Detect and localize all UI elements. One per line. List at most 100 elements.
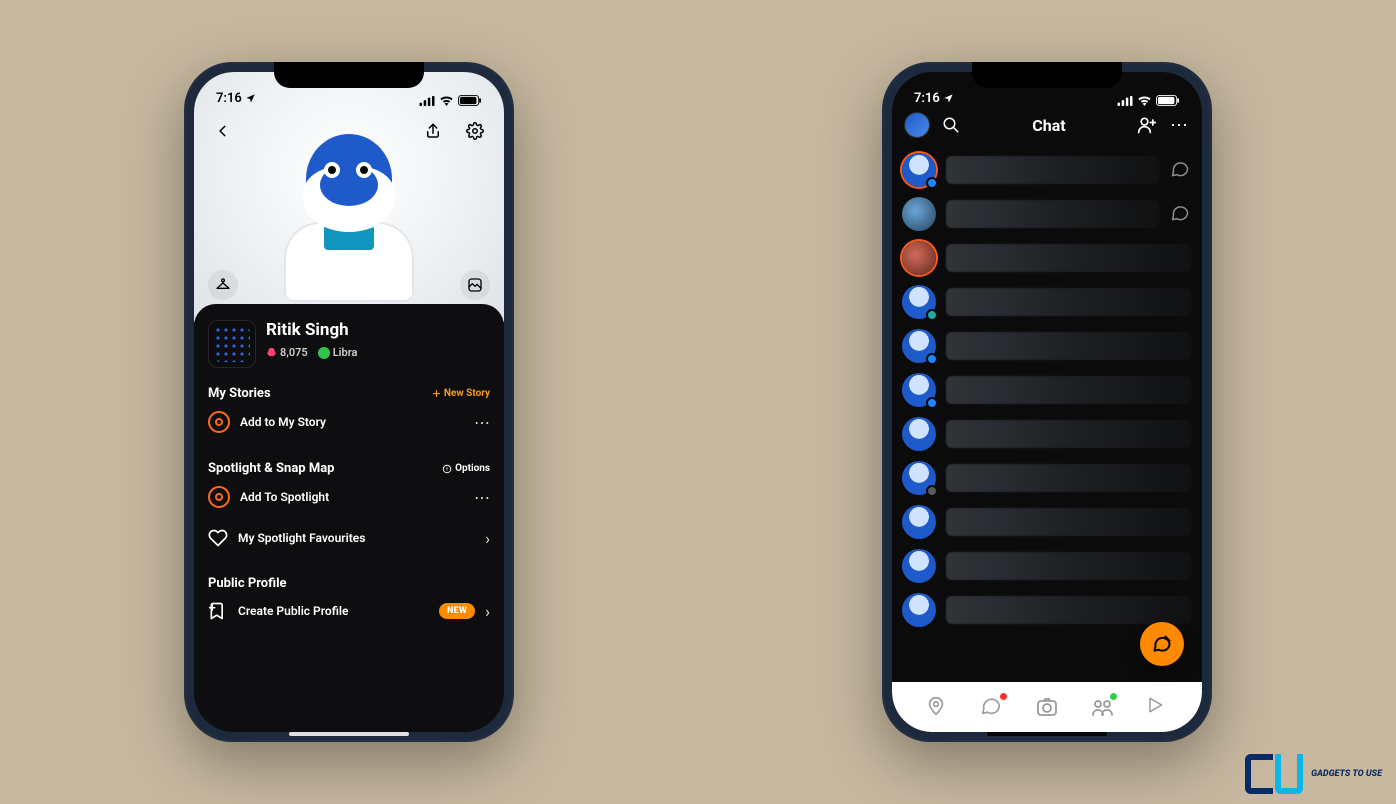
notification-dot-icon	[1110, 693, 1117, 700]
chat-preview-blurred	[946, 464, 1192, 492]
battery-icon	[458, 95, 482, 106]
my-stories-title: My Stories	[208, 386, 271, 401]
more-icon[interactable]: ⋯	[474, 488, 490, 507]
location-arrow-icon	[245, 93, 256, 104]
chat-preview-blurred	[946, 376, 1192, 404]
status-dot-icon	[926, 397, 938, 409]
status-dot-icon	[926, 309, 938, 321]
create-public-profile[interactable]: Create Public Profile NEW ›	[208, 591, 490, 631]
profile-avatar-button[interactable]	[904, 112, 930, 138]
wifi-icon	[439, 95, 454, 106]
search-button[interactable]	[940, 114, 962, 136]
chat-avatar[interactable]	[902, 153, 936, 187]
profile-name: Ritik Singh	[266, 320, 357, 340]
profile-hero: 7:16	[194, 72, 504, 322]
chat-avatar[interactable]	[902, 197, 936, 231]
chat-avatar[interactable]	[902, 373, 936, 407]
chat-preview-blurred	[946, 156, 1160, 184]
reply-icon[interactable]	[1170, 203, 1192, 225]
status-time: 7:16	[216, 91, 242, 106]
gadgets-to-use-logo-icon	[1245, 754, 1303, 794]
status-dot-icon	[926, 177, 938, 189]
new-chat-fab[interactable]	[1140, 622, 1184, 666]
snapcode[interactable]	[208, 320, 256, 368]
add-to-spotlight[interactable]: Add To Spotlight ⋯	[208, 476, 490, 518]
chat-avatar[interactable]	[902, 461, 936, 495]
add-friend-button[interactable]	[1136, 114, 1158, 136]
watermark-text: GADGETS TO USE	[1311, 770, 1382, 779]
camera-icon	[208, 411, 230, 433]
camera-icon	[208, 486, 230, 508]
cellular-icon	[419, 96, 435, 106]
status-time: 7:16	[914, 91, 940, 106]
stories-tab[interactable]	[1090, 695, 1114, 719]
add-to-my-story-label: Add to My Story	[240, 415, 464, 429]
chat-preview-blurred	[946, 288, 1192, 316]
chat-row[interactable]	[902, 192, 1192, 236]
add-to-spotlight-label: Add To Spotlight	[240, 490, 464, 504]
favourites-label: My Spotlight Favourites	[238, 531, 475, 545]
create-public-profile-label: Create Public Profile	[238, 604, 429, 618]
reply-icon[interactable]	[1170, 159, 1192, 181]
watermark: GADGETS TO USE	[1245, 754, 1382, 794]
chat-row[interactable]	[902, 280, 1192, 324]
new-story-button[interactable]: New Story	[432, 388, 490, 399]
zodiac-label: Libra	[333, 346, 358, 359]
add-bookmark-icon	[208, 601, 228, 621]
background-button[interactable]	[460, 270, 490, 300]
new-badge: NEW	[439, 603, 475, 619]
chat-row[interactable]	[902, 368, 1192, 412]
chat-tab[interactable]	[980, 695, 1004, 719]
snap-score[interactable]: 8,075	[266, 346, 308, 359]
public-profile-title: Public Profile	[208, 576, 490, 591]
location-arrow-icon	[943, 93, 954, 104]
chat-avatar[interactable]	[902, 549, 936, 583]
chat-preview-blurred	[946, 508, 1192, 536]
snap-score-value: 8,075	[280, 346, 308, 359]
chat-avatar[interactable]	[902, 417, 936, 451]
map-tab[interactable]	[925, 695, 949, 719]
chat-preview-blurred	[946, 332, 1192, 360]
outfit-button[interactable]	[208, 270, 238, 300]
add-to-my-story[interactable]: Add to My Story ⋯	[208, 401, 490, 443]
chat-avatar[interactable]	[902, 241, 936, 275]
chevron-right-icon: ›	[485, 529, 490, 548]
spotlight-favourites[interactable]: My Spotlight Favourites ›	[208, 518, 490, 558]
chat-row[interactable]	[902, 236, 1192, 280]
chat-preview-blurred	[946, 596, 1192, 624]
chat-row[interactable]	[902, 456, 1192, 500]
spotlight-tab[interactable]	[1145, 695, 1169, 719]
cellular-icon	[1117, 96, 1133, 106]
chat-row[interactable]	[902, 500, 1192, 544]
chat-row[interactable]	[902, 544, 1192, 588]
chat-avatar[interactable]	[902, 329, 936, 363]
bottom-nav	[892, 682, 1202, 732]
status-dot-icon	[926, 485, 938, 497]
more-icon[interactable]: ⋯	[474, 413, 490, 432]
wifi-icon	[1137, 95, 1152, 106]
chat-preview-blurred	[946, 244, 1192, 272]
chat-preview-blurred	[946, 200, 1160, 228]
heart-icon	[208, 528, 228, 548]
zodiac-badge[interactable]: Libra	[318, 346, 358, 359]
chat-avatar[interactable]	[902, 505, 936, 539]
notification-dot-icon	[1000, 693, 1007, 700]
chat-row[interactable]	[902, 148, 1192, 192]
chat-preview-blurred	[946, 420, 1192, 448]
chat-avatar[interactable]	[902, 285, 936, 319]
more-button[interactable]: ⋯	[1168, 114, 1190, 136]
chat-row[interactable]	[902, 324, 1192, 368]
chevron-right-icon: ›	[485, 602, 490, 621]
chat-preview-blurred	[946, 552, 1192, 580]
new-story-label: New Story	[444, 388, 490, 399]
chat-row[interactable]	[902, 412, 1192, 456]
spotlight-options-button[interactable]: Options	[442, 463, 490, 474]
options-label: Options	[455, 463, 490, 474]
chat-avatar[interactable]	[902, 593, 936, 627]
bitmoji-avatar[interactable]	[194, 108, 504, 322]
status-dot-icon	[926, 353, 938, 365]
chat-list[interactable]	[892, 146, 1202, 682]
chat-title: Chat	[972, 116, 1126, 135]
battery-icon	[1156, 95, 1180, 106]
camera-tab[interactable]	[1035, 695, 1059, 719]
